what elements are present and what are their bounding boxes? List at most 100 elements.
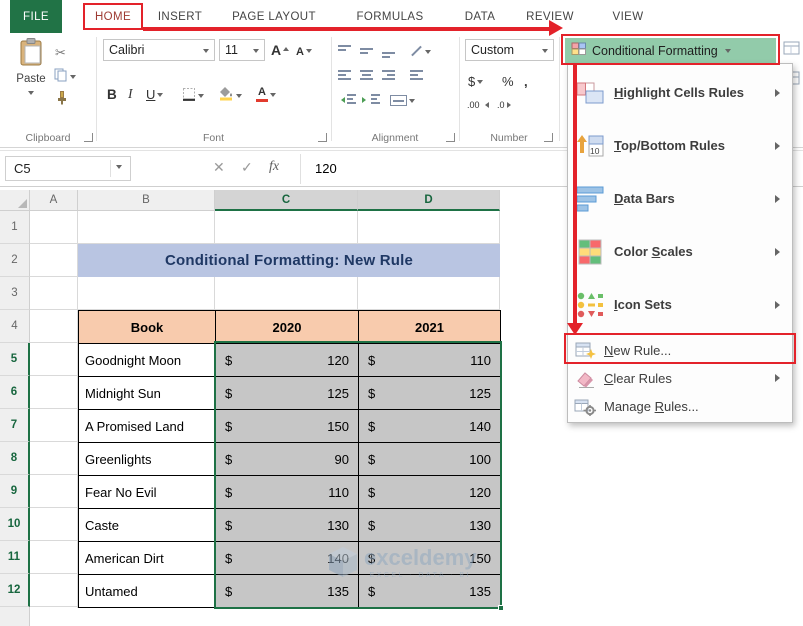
menu-item-manage-rules[interactable]: Manage Rules... <box>568 392 792 420</box>
paste-button[interactable]: Paste <box>8 38 54 112</box>
increase-decimal-button[interactable]: .00 <box>467 95 489 115</box>
percent-style-button[interactable]: % <box>502 71 514 91</box>
sheet-cell[interactable]: Book <box>79 311 216 344</box>
clipboard-dialog-launcher[interactable] <box>84 133 93 142</box>
row-header[interactable]: 3 <box>0 277 30 310</box>
decrease-decimal-button[interactable]: .0 <box>497 95 514 115</box>
sheet-cell[interactable]: $110 <box>216 476 359 509</box>
row-header[interactable]: 10 <box>0 508 30 541</box>
merge-center-button[interactable] <box>390 90 415 110</box>
sheet-cell[interactable]: $130 <box>216 509 359 542</box>
middle-align-button[interactable] <box>360 41 373 61</box>
orientation-button[interactable] <box>410 41 431 61</box>
font-name-select[interactable]: Calibri <box>103 39 215 61</box>
format-painter-button[interactable] <box>55 89 69 109</box>
comma-style-button[interactable]: , <box>524 71 528 91</box>
sheet-cell[interactable]: 2021 <box>359 311 501 344</box>
borders-button[interactable] <box>182 85 204 105</box>
sheet-cell[interactable]: $120 <box>359 476 501 509</box>
enter-button[interactable]: ✓ <box>241 159 253 176</box>
tab-formulas[interactable]: FORMULAS <box>350 0 430 33</box>
bottom-align-button[interactable] <box>382 41 395 61</box>
tab-page-layout[interactable]: PAGE LAYOUT <box>224 0 324 33</box>
select-all-button[interactable] <box>0 190 30 211</box>
align-left-button[interactable] <box>338 66 351 86</box>
grow-font-button[interactable]: A <box>271 40 289 60</box>
wrap-text-button[interactable] <box>410 66 423 86</box>
italic-button[interactable]: I <box>128 84 133 104</box>
sheet-cell[interactable]: $150 <box>359 542 501 575</box>
name-box[interactable]: C5 <box>5 156 131 181</box>
row-header[interactable]: 7 <box>0 409 30 442</box>
tab-data[interactable]: DATA <box>456 0 504 33</box>
formula-input[interactable]: 120 <box>315 161 337 176</box>
menu-item-top-bottom-rules[interactable]: 10 Top/Bottom Rules <box>568 119 792 172</box>
tab-view[interactable]: VIEW <box>604 0 652 33</box>
decrease-indent-button[interactable] <box>338 90 356 110</box>
sheet-cell[interactable]: $120 <box>216 344 359 377</box>
column-header-b[interactable]: B <box>78 190 215 211</box>
menu-item-data-bars[interactable]: Data Bars <box>568 172 792 225</box>
underline-button[interactable]: U <box>146 84 163 104</box>
cancel-button[interactable]: ✕ <box>213 159 225 176</box>
align-center-button[interactable] <box>360 66 373 86</box>
row-header[interactable]: 11 <box>0 541 30 574</box>
title-cell[interactable]: Conditional Formatting: New Rule <box>78 244 500 277</box>
accounting-format-button[interactable]: $ <box>468 71 483 91</box>
bold-button[interactable]: B <box>107 84 117 104</box>
conditional-formatting-button[interactable]: Conditional Formatting <box>565 38 776 63</box>
align-right-button[interactable] <box>382 66 395 86</box>
alignment-dialog-launcher[interactable] <box>446 133 455 142</box>
column-header-a[interactable]: A <box>30 190 78 211</box>
sheet-cell[interactable]: $150 <box>216 410 359 443</box>
row-header[interactable]: 1 <box>0 211 30 244</box>
sheet-cell[interactable]: $125 <box>359 377 501 410</box>
shrink-font-button[interactable]: A <box>296 42 312 62</box>
increase-indent-button[interactable] <box>362 90 380 110</box>
menu-item-clear-rules[interactable]: Clear Rules <box>568 364 792 392</box>
row-header[interactable]: 8 <box>0 442 30 475</box>
row-header[interactable] <box>0 607 30 626</box>
row-header[interactable]: 5 <box>0 343 30 376</box>
tab-review[interactable]: REVIEW <box>520 0 580 33</box>
sheet-cell[interactable]: $140 <box>216 542 359 575</box>
row-header[interactable]: 6 <box>0 376 30 409</box>
top-align-button[interactable] <box>338 41 351 61</box>
sheet-cell[interactable]: 2020 <box>216 311 359 344</box>
sheet-cell[interactable]: $130 <box>359 509 501 542</box>
insert-function-button[interactable]: fx <box>269 159 279 175</box>
column-header-c[interactable]: C <box>215 190 358 211</box>
row-header[interactable]: 9 <box>0 475 30 508</box>
sheet-cell[interactable]: $125 <box>216 377 359 410</box>
sheet-cell[interactable]: Caste <box>79 509 216 542</box>
font-dialog-launcher[interactable] <box>318 133 327 142</box>
row-header[interactable]: 4 <box>0 310 30 343</box>
copy-button[interactable] <box>54 66 76 86</box>
sheet-cell[interactable]: $135 <box>359 575 501 608</box>
sheet-cell[interactable]: $100 <box>359 443 501 476</box>
menu-item-new-rule[interactable]: New Rule... <box>568 336 792 364</box>
sheet-cell[interactable]: Untamed <box>79 575 216 608</box>
name-box-dropdown-icon[interactable] <box>116 165 122 172</box>
column-header-d[interactable]: D <box>358 190 500 211</box>
cut-button[interactable]: ✂ <box>55 43 66 63</box>
sheet-cell[interactable]: Midnight Sun <box>79 377 216 410</box>
font-size-select[interactable]: 11 <box>219 39 265 61</box>
fill-color-button[interactable] <box>218 85 242 105</box>
sheet-cell[interactable]: Fear No Evil <box>79 476 216 509</box>
tab-insert[interactable]: INSERT <box>152 0 208 33</box>
row-header[interactable]: 2 <box>0 244 30 277</box>
sheet-cell[interactable]: Goodnight Moon <box>79 344 216 377</box>
menu-item-color-scales[interactable]: Color Scales <box>568 225 792 278</box>
tab-file[interactable]: FILE <box>10 0 62 33</box>
sheet-cell[interactable]: American Dirt <box>79 542 216 575</box>
sheet-cell[interactable]: Greenlights <box>79 443 216 476</box>
tab-home[interactable]: HOME <box>86 0 140 33</box>
font-color-button[interactable]: A <box>256 84 276 104</box>
sheet-cell[interactable]: $135 <box>216 575 359 608</box>
sheet-cell[interactable]: $140 <box>359 410 501 443</box>
menu-item-highlight-cells-rules[interactable]: Highlight Cells Rules <box>568 66 792 119</box>
sheet-cell[interactable]: $110 <box>359 344 501 377</box>
sheet-cell[interactable]: A Promised Land <box>79 410 216 443</box>
ribbon-overflow-icon[interactable] <box>783 41 800 61</box>
